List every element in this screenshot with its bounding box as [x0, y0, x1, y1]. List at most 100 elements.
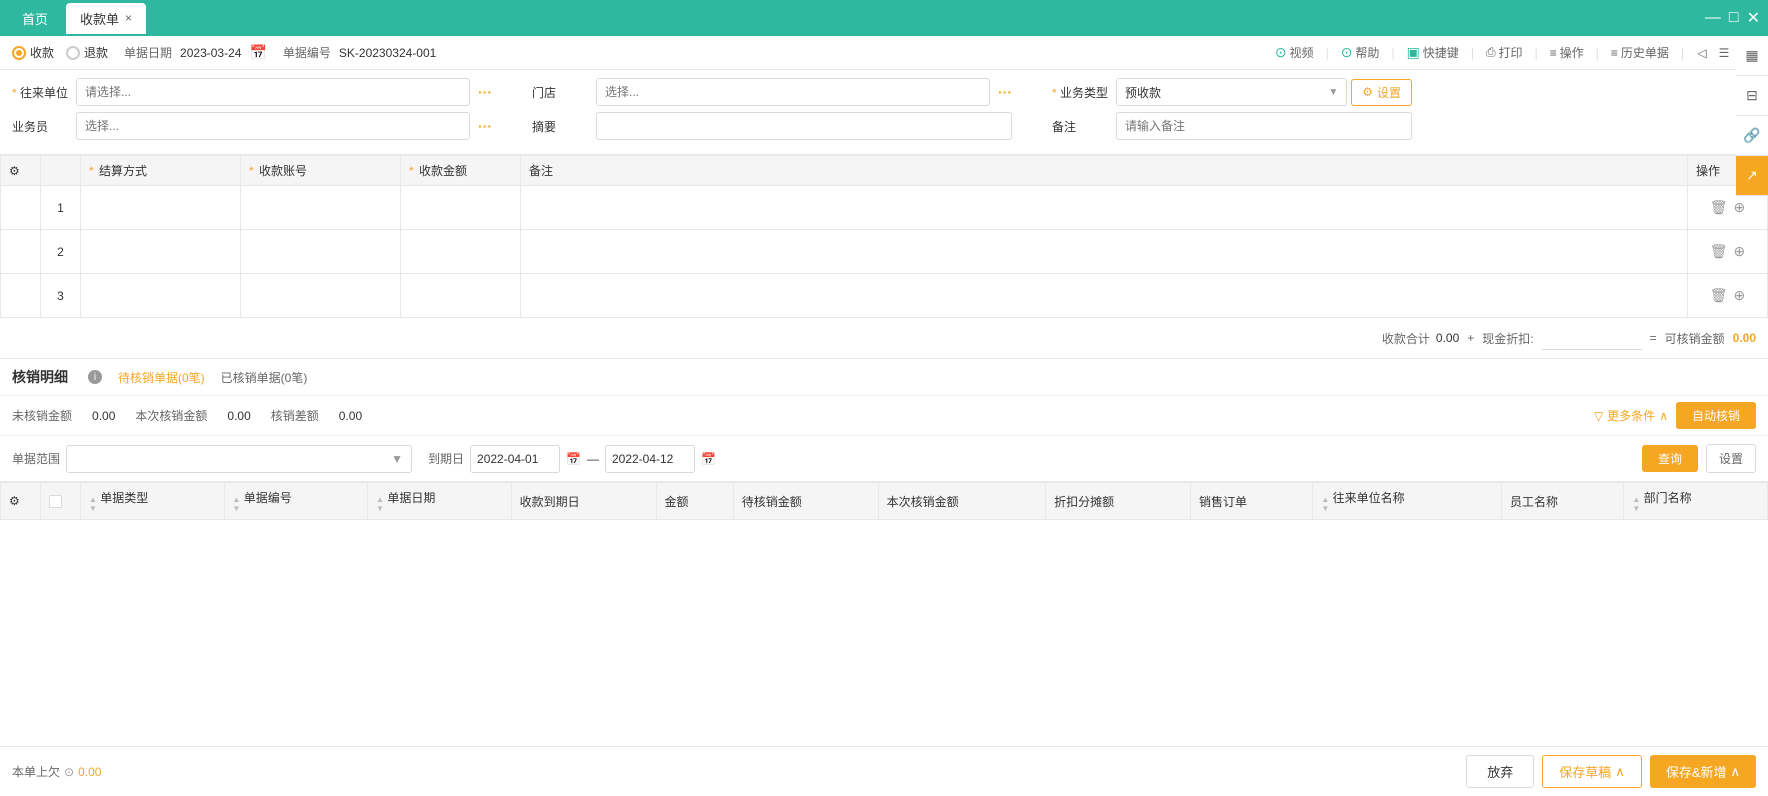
- col-doc-no-header[interactable]: ▲▼ 单据编号: [224, 483, 368, 520]
- summary-input[interactable]: [596, 112, 1012, 140]
- col-dept-header[interactable]: ▲▼ 部门名称: [1624, 483, 1768, 520]
- date-calendar-from-icon[interactable]: 📅: [566, 452, 581, 466]
- operation-btn[interactable]: ≡ 操作: [1546, 42, 1588, 63]
- store-ellipsis[interactable]: ···: [998, 84, 1012, 100]
- row2-jiesuan[interactable]: [81, 230, 241, 274]
- done-tab[interactable]: 已核销单据(0笔): [221, 369, 308, 386]
- row1-num: 1: [41, 186, 81, 230]
- auto-verify-btn[interactable]: 自动核销: [1676, 402, 1756, 429]
- row3-delete-icon[interactable]: 🗑: [1710, 287, 1728, 304]
- pending-tab[interactable]: 待核销单据(0笔): [118, 369, 205, 386]
- window-minimize-icon[interactable]: —: [1705, 9, 1721, 27]
- range-select[interactable]: ▼: [66, 445, 412, 473]
- salesperson-input[interactable]: [76, 112, 470, 140]
- col-doc-type-header[interactable]: ▲▼ 单据类型: [81, 483, 225, 520]
- row2-num: 2: [41, 230, 81, 274]
- salesperson-label: 业务员: [12, 118, 72, 135]
- help-btn[interactable]: ⊙ 帮助: [1337, 42, 1384, 63]
- divider3: |: [1471, 46, 1474, 60]
- notes-input[interactable]: [1116, 112, 1412, 140]
- row2-account[interactable]: [241, 230, 401, 274]
- radio-shoukuan[interactable]: 收款: [12, 44, 54, 61]
- date-from-input[interactable]: [470, 445, 560, 473]
- biz-type-label: 业务类型: [1052, 84, 1112, 101]
- abandon-btn[interactable]: 放弃: [1466, 755, 1534, 788]
- counterpart-input[interactable]: [76, 78, 470, 106]
- tab-close-btn[interactable]: ×: [125, 11, 132, 25]
- video-btn[interactable]: ⊙ 视频: [1271, 42, 1318, 63]
- col-settings-header[interactable]: ⚙: [1, 156, 41, 186]
- sidebar-list-icon[interactable]: ⊟: [1736, 76, 1768, 116]
- divider5: |: [1596, 46, 1599, 60]
- settings-btn-label: 设置: [1377, 84, 1401, 101]
- summary-row: 未核销金额 0.00 本次核销金额 0.00 核销差额 0.00 ▽ 更多条件 …: [0, 396, 1768, 436]
- store-input[interactable]: [596, 78, 990, 106]
- sidebar-link-icon[interactable]: 🔗: [1736, 116, 1768, 156]
- shortcut-btn[interactable]: ▣ 快捷键: [1403, 42, 1463, 63]
- status-info-icon[interactable]: ⊙: [64, 765, 74, 779]
- radio-tuikuan[interactable]: 退款: [66, 44, 108, 61]
- verification-info-icon[interactable]: i: [88, 370, 102, 384]
- row3-account[interactable]: [241, 274, 401, 318]
- col-amount-header[interactable]: * 收款金额: [401, 156, 521, 186]
- unchecked-label: 未核销金额: [12, 407, 72, 424]
- row1-remark[interactable]: [521, 186, 1688, 230]
- biz-type-select[interactable]: 预收款 ▼: [1116, 78, 1347, 106]
- more-filter-btn[interactable]: ▽ 更多条件 ∧: [1594, 407, 1668, 424]
- tab-home[interactable]: 首页: [8, 3, 62, 34]
- current-label: 本次核销金额: [135, 407, 207, 424]
- date-calendar-icon[interactable]: 📅: [249, 44, 266, 61]
- filter-settings-btn[interactable]: 设置: [1706, 444, 1756, 473]
- remark-label: 备注: [529, 164, 553, 178]
- counterpart-field: 往来单位 ···: [12, 78, 492, 106]
- window-maximize-icon[interactable]: □: [1729, 9, 1739, 27]
- date-calendar-to-icon[interactable]: 📅: [701, 452, 716, 466]
- toolbar: 收款 退款 单据日期 2023-03-24 📅 单据编号 SK-20230324…: [0, 36, 1768, 70]
- dept-label: 部门名称: [1644, 491, 1692, 505]
- row2-copy-icon[interactable]: ⊕: [1734, 243, 1746, 260]
- form-settings-btn[interactable]: ⚙ 设置: [1351, 79, 1412, 106]
- col-discount-header: 折扣分摊额: [1046, 483, 1191, 520]
- tab-active[interactable]: 收款单 ×: [66, 3, 146, 34]
- row2-delete-icon[interactable]: 🗑: [1710, 243, 1728, 260]
- col-doc-date-header[interactable]: ▲▼ 单据日期: [368, 483, 512, 520]
- col-counterpart-name-header[interactable]: ▲▼ 往来单位名称: [1313, 483, 1502, 520]
- row1-copy-icon[interactable]: ⊕: [1734, 199, 1746, 216]
- row3-copy-icon[interactable]: ⊕: [1734, 287, 1746, 304]
- row1-amount[interactable]: [401, 186, 521, 230]
- save-new-label: 保存&新增: [1666, 762, 1727, 781]
- date-to-input[interactable]: [605, 445, 695, 473]
- row2-remark[interactable]: [521, 230, 1688, 274]
- print-btn[interactable]: ⎙ 打印: [1482, 42, 1527, 63]
- row3-num: 3: [41, 274, 81, 318]
- row1-delete-icon[interactable]: 🗑: [1710, 199, 1728, 216]
- row1-account[interactable]: [241, 186, 401, 230]
- save-draft-btn[interactable]: 保存草稿 ∧: [1542, 755, 1642, 788]
- col-settings2-header[interactable]: ⚙: [1, 483, 41, 520]
- select-all-checkbox[interactable]: [49, 495, 62, 508]
- radio-group: 收款 退款: [12, 44, 108, 61]
- discount-input[interactable]: [1542, 326, 1642, 350]
- row1-jiesuan[interactable]: [81, 186, 241, 230]
- verification-section: 核销明细 i 待核销单据(0笔) 已核销单据(0笔) 未核销金额 0.00 本次…: [0, 359, 1768, 756]
- status-bar: 本单上欠 ⊙ 0.00 放弃 保存草稿 ∧ 保存&新增 ∧: [0, 746, 1768, 796]
- row2-amount[interactable]: [401, 230, 521, 274]
- row3-action: 🗑 ⊕: [1688, 274, 1768, 318]
- counterpart-ellipsis[interactable]: ···: [478, 84, 492, 100]
- query-btn[interactable]: 查询: [1642, 445, 1698, 472]
- history-btn[interactable]: ≡ 历史单据: [1607, 42, 1673, 63]
- col-account-header[interactable]: * 收款账号: [241, 156, 401, 186]
- salesperson-ellipsis[interactable]: ···: [478, 118, 492, 134]
- window-close-icon[interactable]: ✕: [1747, 8, 1760, 28]
- layout-list-icon[interactable]: ☰: [1714, 43, 1734, 63]
- col-checkbox-header[interactable]: [41, 483, 81, 520]
- col-jiesuan-header[interactable]: * 结算方式: [81, 156, 241, 186]
- sidebar-table-icon[interactable]: ▦: [1736, 36, 1768, 76]
- save-new-btn[interactable]: 保存&新增 ∧: [1650, 755, 1756, 788]
- main-content: 收款 退款 单据日期 2023-03-24 📅 单据编号 SK-20230324…: [0, 36, 1768, 796]
- row3-jiesuan[interactable]: [81, 274, 241, 318]
- row3-amount[interactable]: [401, 274, 521, 318]
- sidebar-expand-icon[interactable]: ↗: [1736, 156, 1768, 196]
- row3-remark[interactable]: [521, 274, 1688, 318]
- layout-prev-icon[interactable]: ◁: [1692, 43, 1712, 63]
